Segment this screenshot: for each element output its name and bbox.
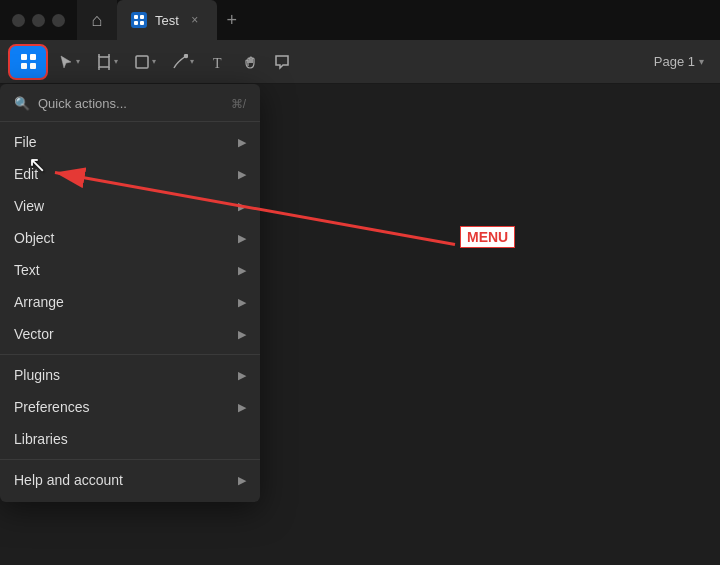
menu-item-file[interactable]: File ▶	[0, 126, 260, 158]
frame-tool-button[interactable]: ▾	[90, 46, 124, 78]
main-menu-button[interactable]	[8, 44, 48, 80]
menu-item-help-label: Help and account	[14, 472, 238, 488]
page-indicator[interactable]: Page 1 ▾	[646, 54, 712, 69]
shape-tool-chevron: ▾	[152, 57, 156, 66]
svg-rect-2	[134, 21, 138, 25]
menu-item-preferences-label: Preferences	[14, 399, 238, 415]
menu-item-preferences-arrow: ▶	[238, 401, 246, 414]
quick-actions-search[interactable]: 🔍 Quick actions... ⌘/	[0, 90, 260, 117]
title-bar: ⌂ Test × +	[0, 0, 720, 40]
svg-rect-3	[140, 21, 144, 25]
toolbar: ▾ ▾ ▾ ▾ T	[0, 40, 720, 84]
home-button[interactable]: ⌂	[77, 0, 117, 40]
menu-item-libraries[interactable]: Libraries	[0, 423, 260, 455]
menu-item-object-arrow: ▶	[238, 232, 246, 245]
maximize-window-btn[interactable]	[52, 14, 65, 27]
menu-item-libraries-label: Libraries	[14, 431, 246, 447]
select-tool-chevron: ▾	[76, 57, 80, 66]
menu-item-file-arrow: ▶	[238, 136, 246, 149]
minimize-window-btn[interactable]	[32, 14, 45, 27]
divider-3	[0, 459, 260, 460]
menu-item-vector[interactable]: Vector ▶	[0, 318, 260, 350]
menu-item-view-arrow: ▶	[238, 200, 246, 213]
menu-item-file-label: File	[14, 134, 238, 150]
menu-grid-icon	[17, 50, 40, 73]
menu-item-plugins-arrow: ▶	[238, 369, 246, 382]
menu-item-view-label: View	[14, 198, 238, 214]
tab-test[interactable]: Test ×	[117, 0, 217, 40]
tab-label: Test	[155, 13, 179, 28]
pen-tool-chevron: ▾	[190, 57, 194, 66]
pen-tool-button[interactable]: ▾	[166, 46, 200, 78]
page-chevron-icon: ▾	[699, 56, 704, 67]
menu-item-help-arrow: ▶	[238, 474, 246, 487]
shape-tool-button[interactable]: ▾	[128, 46, 162, 78]
divider-2	[0, 354, 260, 355]
menu-item-preferences[interactable]: Preferences ▶	[0, 391, 260, 423]
main-menu-dropdown: 🔍 Quick actions... ⌘/ File ▶ Edit ▶ View…	[0, 84, 260, 502]
svg-text:T: T	[213, 56, 222, 70]
svg-point-10	[185, 54, 188, 57]
menu-item-arrange-arrow: ▶	[238, 296, 246, 309]
close-window-btn[interactable]	[12, 14, 25, 27]
tab-close-button[interactable]: ×	[187, 12, 203, 28]
new-tab-button[interactable]: +	[217, 5, 247, 35]
menu-item-arrange-label: Arrange	[14, 294, 238, 310]
menu-item-edit-arrow: ▶	[238, 168, 246, 181]
search-icon: 🔍	[14, 96, 30, 111]
menu-item-plugins-label: Plugins	[14, 367, 238, 383]
menu-item-view[interactable]: View ▶	[0, 190, 260, 222]
comment-tool-button[interactable]	[268, 46, 296, 78]
window-controls	[0, 14, 77, 27]
menu-item-text[interactable]: Text ▶	[0, 254, 260, 286]
menu-annotation-label: MENU	[460, 226, 515, 248]
main-canvas: 🔍 Quick actions... ⌘/ File ▶ Edit ▶ View…	[0, 84, 720, 565]
frame-tool-chevron: ▾	[114, 57, 118, 66]
menu-item-arrange[interactable]: Arrange ▶	[0, 286, 260, 318]
svg-rect-4	[99, 57, 109, 67]
svg-rect-1	[140, 15, 144, 19]
tab-icon	[131, 12, 147, 28]
search-shortcut: ⌘/	[231, 97, 246, 111]
menu-item-help[interactable]: Help and account ▶	[0, 464, 260, 496]
search-placeholder: Quick actions...	[38, 96, 223, 111]
tab-bar: Test × +	[117, 0, 247, 40]
menu-item-edit-label: Edit	[14, 166, 238, 182]
menu-item-vector-arrow: ▶	[238, 328, 246, 341]
page-label: Page 1	[654, 54, 695, 69]
divider-1	[0, 121, 260, 122]
hand-tool-button[interactable]	[236, 46, 264, 78]
menu-annotation: MENU	[460, 226, 515, 248]
menu-item-plugins[interactable]: Plugins ▶	[0, 359, 260, 391]
menu-item-text-arrow: ▶	[238, 264, 246, 277]
menu-item-object-label: Object	[14, 230, 238, 246]
svg-rect-0	[134, 15, 138, 19]
menu-item-edit[interactable]: Edit ▶	[0, 158, 260, 190]
menu-item-vector-label: Vector	[14, 326, 238, 342]
svg-rect-9	[136, 56, 148, 68]
menu-item-text-label: Text	[14, 262, 238, 278]
menu-item-object[interactable]: Object ▶	[0, 222, 260, 254]
text-tool-button[interactable]: T	[204, 46, 232, 78]
select-tool-button[interactable]: ▾	[52, 46, 86, 78]
